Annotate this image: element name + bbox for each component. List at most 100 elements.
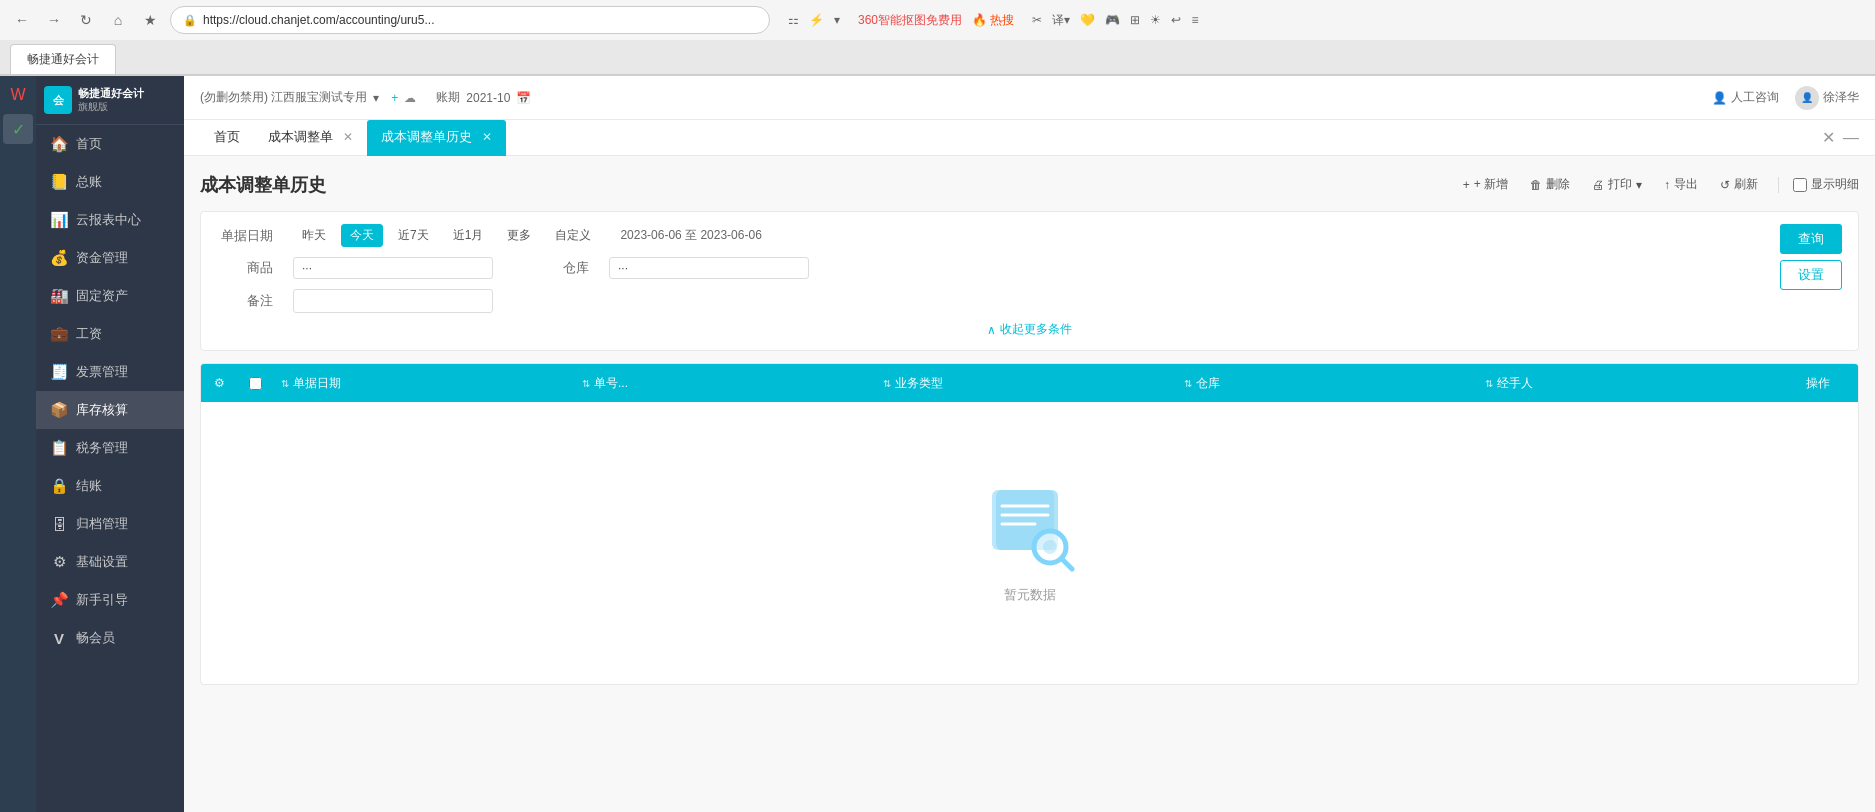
company-selector[interactable]: (勿删勿禁用) 江西服宝测试专用 ▾ + ☁	[200, 89, 416, 106]
tab-cost-adjustment-close[interactable]: ✕	[343, 130, 353, 144]
empty-svg	[980, 482, 1080, 572]
forward-button[interactable]: →	[42, 8, 66, 32]
th-handler-label: 经手人	[1497, 375, 1533, 392]
th-warehouse[interactable]: ⇅ 仓库	[1176, 375, 1477, 392]
tab-cost-adjustment-history-close[interactable]: ✕	[482, 130, 492, 144]
close-window-icon[interactable]: ✕	[1822, 128, 1835, 147]
date-filter-label: 单据日期	[217, 227, 273, 245]
goods-select[interactable]: ···	[293, 257, 493, 279]
print-btn[interactable]: 🖨 打印 ▾	[1586, 172, 1648, 197]
game-icon[interactable]: 🎮	[1105, 13, 1120, 27]
select-all-checkbox[interactable]	[249, 377, 262, 390]
th-number[interactable]: ⇅ 单号...	[574, 375, 875, 392]
export-btn[interactable]: ↑ 导出	[1658, 172, 1704, 197]
refresh-btn[interactable]: ↺ 刷新	[1714, 172, 1764, 197]
date-tabs: 昨天 今天 近7天 近1月 更多 自定义	[293, 224, 600, 247]
sidebar-item-membership[interactable]: V 畅会员	[36, 619, 184, 657]
icon-bar-weibo[interactable]: W	[3, 80, 33, 110]
th-checkbox[interactable]	[237, 377, 273, 390]
th-handler[interactable]: ⇅ 经手人	[1477, 375, 1778, 392]
tab-home-label: 首页	[214, 128, 240, 146]
query-button[interactable]: 查询	[1780, 224, 1842, 254]
sidebar-item-archive[interactable]: 🗄 归档管理	[36, 505, 184, 543]
dropdown-icon[interactable]: ▾	[834, 13, 840, 27]
delete-label: 删除	[1546, 176, 1570, 193]
cloud-icon[interactable]: ☁	[404, 91, 416, 105]
menu-icon[interactable]: ≡	[1191, 13, 1198, 27]
date-tab-custom[interactable]: 自定义	[546, 224, 600, 247]
date-tab-today[interactable]: 今天	[341, 224, 383, 247]
translate-icon[interactable]: 译▾	[1052, 12, 1070, 29]
sidebar-item-home[interactable]: 🏠 首页	[36, 125, 184, 163]
minimize-icon[interactable]: —	[1843, 129, 1859, 147]
home-icon: 🏠	[50, 135, 68, 153]
salary-icon: 💼	[50, 325, 68, 343]
back-button[interactable]: ←	[10, 8, 34, 32]
sidebar-item-settings[interactable]: ⚙ 基础设置	[36, 543, 184, 581]
bookmark-button[interactable]: ★	[138, 8, 162, 32]
sidebar-item-invoices[interactable]: 🧾 发票管理	[36, 353, 184, 391]
sidebar-item-tax[interactable]: 📋 税务管理	[36, 429, 184, 467]
user-info[interactable]: 👤 徐泽华	[1795, 86, 1859, 110]
empty-text: 暂元数据	[1004, 586, 1056, 604]
grid-icon[interactable]: ⊞	[1130, 13, 1140, 27]
apps-icon[interactable]: ⚏	[788, 13, 799, 27]
show-columns-checkbox[interactable]	[1793, 178, 1807, 192]
column-settings-icon[interactable]: ⚙	[214, 376, 225, 390]
svg-point-7	[1043, 540, 1057, 554]
logo-icon: 会	[44, 86, 72, 114]
sidebar-item-guide[interactable]: 📌 新手引导	[36, 581, 184, 619]
lightning-icon[interactable]: ⚡	[809, 13, 824, 27]
date-tab-yesterday[interactable]: 昨天	[293, 224, 335, 247]
icon-bar-active[interactable]: ✓	[3, 114, 33, 144]
tab-cost-adjustment[interactable]: 成本调整单 ✕	[254, 120, 367, 156]
date-tab-more[interactable]: 更多	[498, 224, 540, 247]
wallet-icon[interactable]: 💛	[1080, 13, 1095, 27]
sidebar-item-fixed-assets[interactable]: 🏭 固定资产	[36, 277, 184, 315]
company-dropdown-icon: ▾	[373, 91, 379, 105]
th-date[interactable]: ⇅ 单据日期	[273, 375, 574, 392]
sidebar-item-inventory[interactable]: 📦 库存核算	[36, 391, 184, 429]
empty-state: 暂元数据	[201, 402, 1858, 684]
date-tab-7days[interactable]: 近7天	[389, 224, 438, 247]
hot-search-label: 🔥 热搜	[972, 12, 1014, 29]
warehouse-select[interactable]: ···	[609, 257, 809, 279]
print-dropdown-icon: ▾	[1636, 178, 1642, 192]
filter-settings-button[interactable]: 设置	[1780, 260, 1842, 290]
scissors-icon[interactable]: ✂	[1032, 13, 1042, 27]
sidebar-item-salary[interactable]: 💼 工资	[36, 315, 184, 353]
sidebar-item-funds[interactable]: 💰 资金管理	[36, 239, 184, 277]
filter-row-goods: 商品 ··· 仓库 ···	[217, 257, 1760, 279]
new-btn[interactable]: + + 新增	[1457, 172, 1514, 197]
refresh-label: 刷新	[1734, 176, 1758, 193]
sidebar-label-tax: 税务管理	[76, 439, 128, 457]
sidebar-item-closing[interactable]: 🔒 结账	[36, 467, 184, 505]
show-columns-checkbox-label[interactable]: 显示明细	[1793, 176, 1859, 193]
tax-icon: 📋	[50, 439, 68, 457]
add-company-icon[interactable]: +	[391, 91, 398, 105]
remark-input[interactable]	[293, 289, 493, 313]
ledger-icon: 📒	[50, 173, 68, 191]
tab-cost-adjustment-history[interactable]: 成本调整单历史 ✕	[367, 120, 506, 156]
delete-btn[interactable]: 🗑 删除	[1524, 172, 1576, 197]
reload-button[interactable]: ↻	[74, 8, 98, 32]
th-date-label: 单据日期	[293, 375, 341, 392]
settings-browser-icon[interactable]: ☀	[1150, 13, 1161, 27]
browser-tab[interactable]: 畅捷通好会计	[10, 44, 116, 74]
th-actions: 操作	[1778, 375, 1858, 392]
tab-home[interactable]: 首页	[200, 120, 254, 156]
sidebar-item-ledger[interactable]: 📒 总账	[36, 163, 184, 201]
date-tab-1month[interactable]: 近1月	[444, 224, 493, 247]
page-tabs: 首页 成本调整单 ✕ 成本调整单历史 ✕ ✕ —	[184, 120, 1875, 156]
calendar-icon[interactable]: 📅	[516, 91, 531, 105]
address-bar[interactable]: 🔒 https://cloud.chanjet.com/accounting/u…	[170, 6, 770, 34]
th-settings[interactable]: ⚙	[201, 376, 237, 390]
th-business-type[interactable]: ⇅ 业务类型	[875, 375, 1176, 392]
avatar: 👤	[1795, 86, 1819, 110]
collapse-filter-btn[interactable]: ∧ 收起更多条件	[987, 321, 1072, 338]
undo-icon[interactable]: ↩	[1171, 13, 1181, 27]
home-button[interactable]: ⌂	[106, 8, 130, 32]
customer-service-btn[interactable]: 👤 人工咨询	[1712, 89, 1779, 106]
sidebar-item-reports[interactable]: 📊 云报表中心	[36, 201, 184, 239]
app-header: (勿删勿禁用) 江西服宝测试专用 ▾ + ☁ 账期 2021-10 📅 👤 人工…	[184, 76, 1875, 120]
